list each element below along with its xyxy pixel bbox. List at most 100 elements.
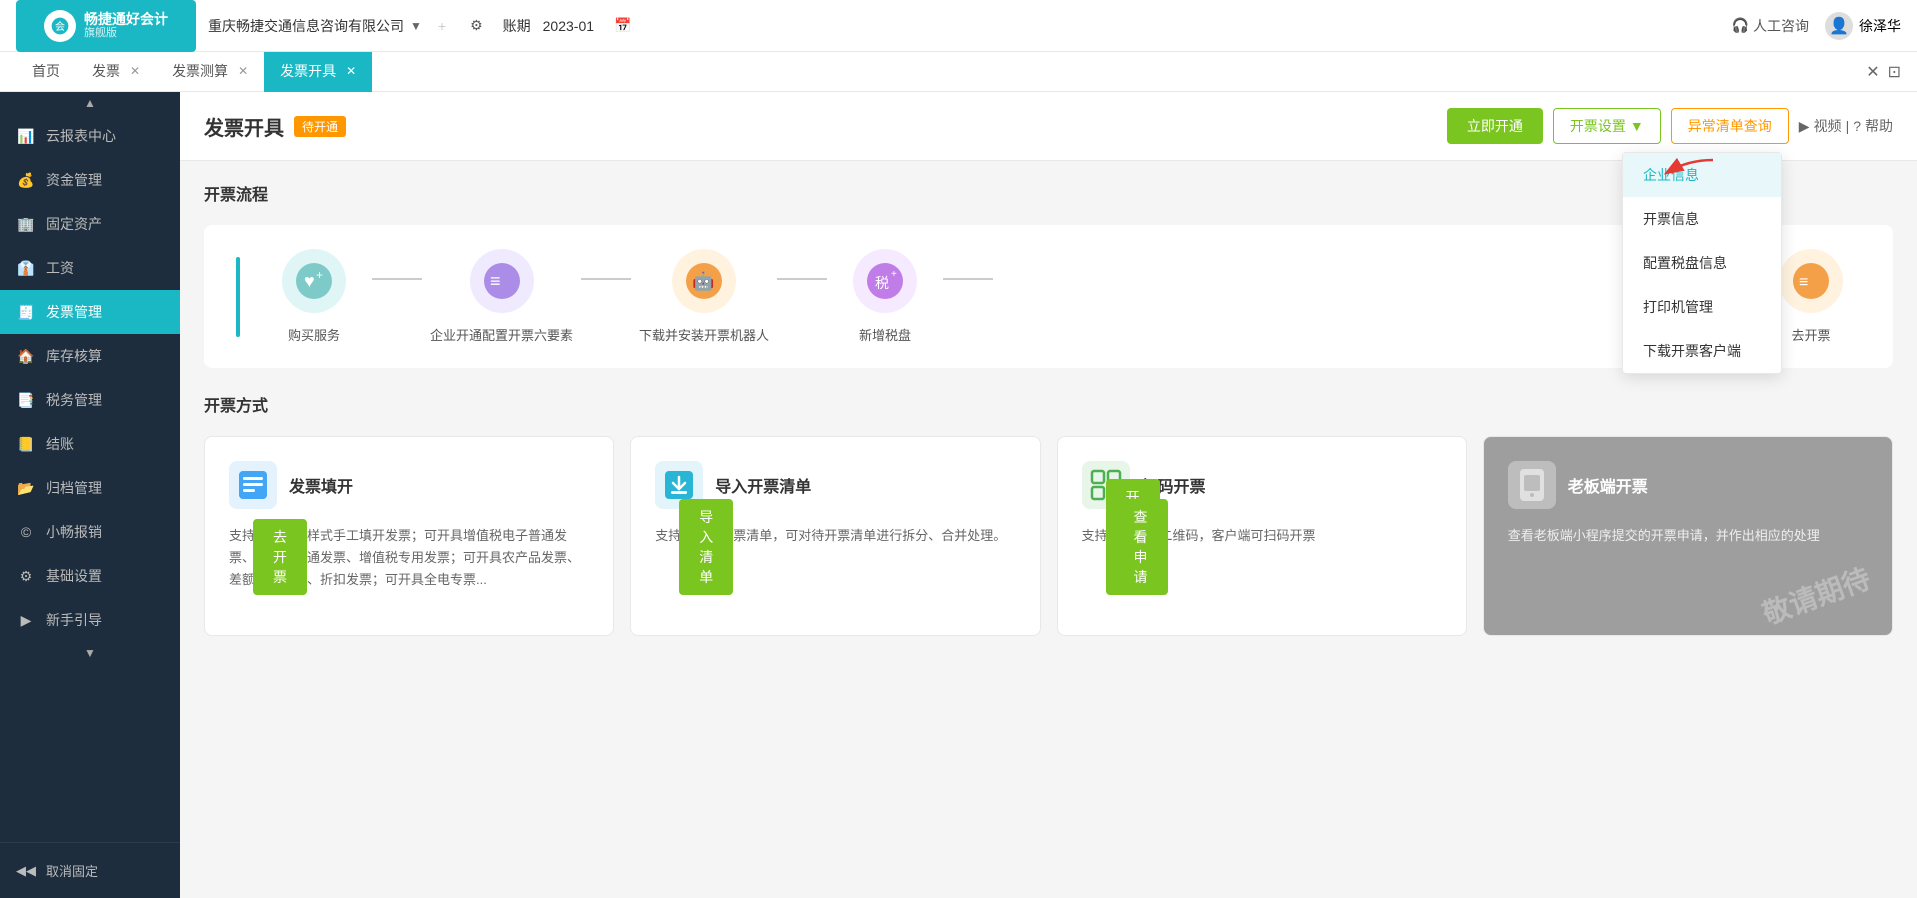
dropdown-item-xiazai[interactable]: 下载开票客户端 [1623,329,1781,373]
page-title: 发票开具 [204,112,284,141]
settings-dropdown-arrow-icon: ▼ [1630,118,1644,134]
user-area[interactable]: 👤 徐泽华 [1825,12,1901,40]
tab-calc[interactable]: 发票测算 ✕ [156,52,264,92]
main-content: 发票开具 待开通 立即开通 开票设置 ▼ 异常清单查询 ▶ 视频 | ? 帮助 [180,92,1917,898]
close-book-icon: 📒 [16,434,36,454]
help-label: 帮助 [1865,116,1893,136]
asset-icon: 🏢 [16,214,36,234]
invoice-icon: 🧾 [16,302,36,322]
process-arrow-3 [777,278,827,280]
sidebar-item-fapiao[interactable]: 🧾 发票管理 [0,290,180,334]
dropdown-arrow-icon: ▼ [410,19,422,33]
layout: ▲ 📊 云报表中心 💰 资金管理 🏢 固定资产 👔 工资 🧾 发票管理 🏠 库存… [0,92,1917,898]
tab-issue-close[interactable]: ✕ [346,64,356,78]
company-selector[interactable]: 重庆畅捷交通信息咨询有限公司 ▼ [208,16,422,36]
method-title-fill: 发票填开 [289,473,353,497]
guide-icon: ▶ [16,610,36,630]
tab-expand-btn[interactable]: ⊡ [1884,58,1905,86]
sidebar-label-guidang: 归档管理 [46,478,102,498]
service-btn[interactable]: 🎧 人工咨询 [1732,16,1809,36]
svg-text:≡: ≡ [490,271,501,291]
logo-sub: 旗舰版 [84,27,168,40]
method-title-import: 导入开票清单 [715,473,811,497]
settings-icon: ⚙ [16,566,36,586]
activate-button[interactable]: 立即开通 [1447,108,1543,144]
sidebar-item-jiezhang[interactable]: 📒 结账 [0,422,180,466]
video-label: 视频 [1814,116,1842,136]
method-card-scan: 扫码开票 支持定制开票二维码，客户端可扫码开票 开票码管理 查看申请 [1057,436,1467,636]
sidebar-scroll-down[interactable]: ▼ [0,642,180,664]
service-label: 人工咨询 [1753,16,1809,36]
separator: + [438,18,446,34]
sidebar-item-gongzi[interactable]: 👔 工资 [0,246,180,290]
sidebar-unpin[interactable]: ◀◀ 取消固定 [0,851,180,890]
sidebar-item-shuiwu[interactable]: 📑 税务管理 [0,378,180,422]
period-label: 账期 [503,16,531,36]
stock-icon: 🏠 [16,346,36,366]
tab-actions: ✕ ⊡ [1862,58,1917,86]
svg-text:会: 会 [55,20,65,33]
dropdown-item-dayinji[interactable]: 打印机管理 [1623,285,1781,329]
sidebar-item-guidang[interactable]: 📂 归档管理 [0,466,180,510]
tab-bar: 首页 发票 ✕ 发票测算 ✕ 发票开具 ✕ ✕ ⊡ [0,52,1917,92]
process-step-4: 税+ 新增税盘 [835,249,935,344]
import-button[interactable]: 导入清单 [679,499,733,595]
method-card-import: 导入开票清单 支持导入待开票清单，可对待开票清单进行拆分、合并处理。 导入清单 [630,436,1040,636]
sidebar-item-xiaochang[interactable]: © 小畅报销 [0,510,180,554]
abnormal-button[interactable]: 异常清单查询 [1671,108,1789,144]
dropdown-item-qiye[interactable]: 企业信息 [1623,153,1781,197]
tab-invoice-close[interactable]: ✕ [130,64,140,78]
sidebar-item-jichu[interactable]: ⚙ 基础设置 [0,554,180,598]
svg-text:🤖: 🤖 [692,270,714,291]
tab-calc-close[interactable]: ✕ [238,64,248,78]
sidebar-label-kucun: 库存核算 [46,346,102,366]
sidebar-item-yunbao[interactable]: 📊 云报表中心 [0,114,180,158]
top-header: 会 畅捷通好会计 旗舰版 重庆畅捷交通信息咨询有限公司 ▼ + ⚙ 账期 202… [0,0,1917,52]
sidebar-item-kucun[interactable]: 🏠 库存核算 [0,334,180,378]
dropdown-item-peizhi[interactable]: 配置税盘信息 [1623,241,1781,285]
sidebar-scroll-up[interactable]: ▲ [0,92,180,114]
method-header-fill: 发票填开 [229,461,589,509]
sidebar-label-shuiwu: 税务管理 [46,390,102,410]
tab-issue[interactable]: 发票开具 ✕ [264,52,372,92]
page-title-area: 发票开具 待开通 [204,112,346,141]
sidebar-item-xinshou[interactable]: ▶ 新手引导 [0,598,180,642]
sidebar-item-gudingzichan[interactable]: 🏢 固定资产 [0,202,180,246]
process-icon-2: ≡ [470,249,534,313]
logo-title: 畅捷通好会计 [84,11,168,28]
method-header-boss: 老板端开票 [1508,461,1868,509]
settings-icon-btn[interactable]: ⚙ [462,13,491,38]
tab-close-btn[interactable]: ✕ [1862,58,1883,86]
settings-btn-label: 开票设置 [1570,116,1626,136]
svg-text:≡: ≡ [1799,274,1808,291]
method-icon-fill [229,461,277,509]
video-button[interactable]: ▶ 视频 | ? 帮助 [1799,116,1893,136]
method-title: 开票方式 [204,392,1893,416]
process-icon-3: 🤖 [672,249,736,313]
method-card-boss: 老板端开票 查看老板端小程序提交的开票申请，并作出相应的处理 敬请期待 [1483,436,1893,636]
tab-invoice-label: 发票 [92,61,120,81]
sidebar-unpin-label: 取消固定 [46,861,98,880]
fund-icon: 💰 [16,170,36,190]
tab-home-label: 首页 [32,61,60,81]
tab-home[interactable]: 首页 [16,52,76,92]
page-header: 发票开具 待开通 立即开通 开票设置 ▼ 异常清单查询 ▶ 视频 | ? 帮助 [180,92,1917,161]
process-label-1: 购买服务 [288,325,340,344]
process-arrow-4 [943,278,993,280]
fill-goto-button[interactable]: 去开票 [253,519,307,595]
process-label-2: 企业开通配置开票六要素 [430,325,573,344]
method-title-boss: 老板端开票 [1568,473,1648,497]
tab-invoice[interactable]: 发票 ✕ [76,52,156,92]
dropdown-item-kaipiao[interactable]: 开票信息 [1623,197,1781,241]
sidebar-label-gudingzichan: 固定资产 [46,214,102,234]
calendar-icon[interactable]: 📅 [606,13,639,38]
sidebar-label-xiaochang: 小畅报销 [46,522,102,542]
page-actions: 立即开通 开票设置 ▼ 异常清单查询 ▶ 视频 | ? 帮助 企业信息 开票信息 [1447,108,1893,144]
view-apply-button[interactable]: 查看申请 [1114,499,1168,595]
sidebar-item-zijin[interactable]: 💰 资金管理 [0,158,180,202]
process-label-5: 去开票 [1791,325,1830,344]
process-arrow-1 [372,278,422,280]
settings-button[interactable]: 开票设置 ▼ [1553,108,1661,144]
header-right: 🎧 人工咨询 👤 徐泽华 [1732,12,1901,40]
process-label-3: 下载并安装开票机器人 [639,325,769,344]
